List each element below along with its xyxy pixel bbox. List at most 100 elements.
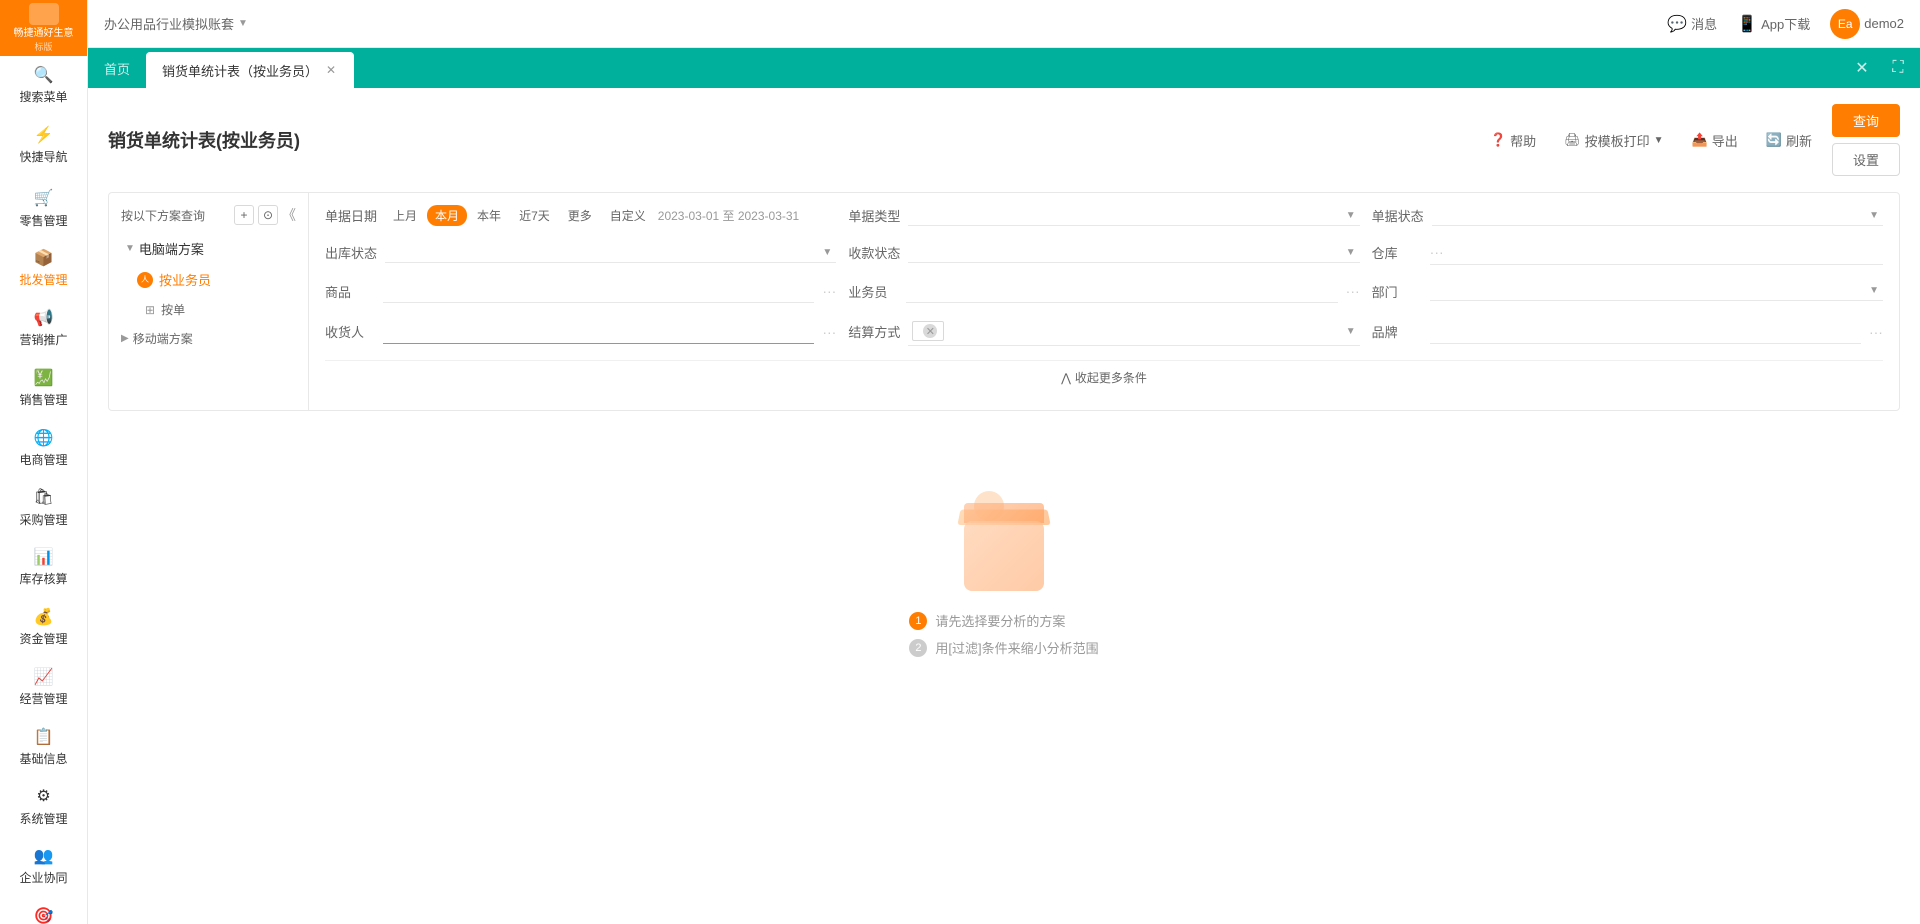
filter-row-4: 收货人 ··· 结算方式 ✕ ▼ bbox=[325, 317, 1883, 346]
collapse-btn[interactable]: ⋀ 收起更多条件 bbox=[1049, 365, 1159, 390]
scheme-edit-btn[interactable]: ⊙ bbox=[258, 205, 278, 225]
date-range: 2023-03-01 至 2023-03-31 bbox=[658, 207, 799, 224]
refresh-label: 刷新 bbox=[1786, 131, 1812, 150]
scheme-header-title: 按以下方案查询 bbox=[121, 207, 205, 224]
date-tab-this-year[interactable]: 本年 bbox=[469, 205, 509, 226]
sidebar-item-basic[interactable]: 📋 基础信息 bbox=[0, 718, 88, 778]
sidebar-item-purchase[interactable]: 🛍 采购管理 bbox=[0, 479, 88, 539]
tab-close-all-btn[interactable]: ✕ bbox=[1848, 54, 1876, 82]
collapse-row: ⋀ 收起更多条件 bbox=[325, 360, 1883, 398]
consignee-dots[interactable]: ··· bbox=[822, 324, 836, 340]
sidebar-item-inventory[interactable]: 📊 库存核算 bbox=[0, 538, 88, 598]
scheme-group-mobile[interactable]: ▶ 移动端方案 bbox=[109, 324, 308, 353]
hint-num-2: 2 bbox=[909, 639, 927, 657]
sidebar-item-finance[interactable]: 💰 资金管理 bbox=[0, 598, 88, 658]
date-tab-custom[interactable]: 自定义 bbox=[602, 205, 654, 226]
sidebar-item-wholesale[interactable]: 📦 批发管理 bbox=[0, 239, 88, 299]
date-tab-this-month[interactable]: 本月 bbox=[427, 205, 467, 226]
tab-expand-btn[interactable]: ⛶ bbox=[1884, 54, 1912, 82]
header-right: 💬 消息 📱 App下载 Ea demo2 bbox=[1667, 9, 1904, 39]
sidebar-item-search[interactable]: 🔍 搜索菜单 bbox=[0, 56, 88, 116]
export-label: 导出 bbox=[1712, 131, 1738, 150]
salesperson-input[interactable] bbox=[906, 279, 1337, 303]
sidebar-item-system-label: 系统管理 bbox=[19, 811, 67, 828]
query-button[interactable]: 查询 bbox=[1832, 104, 1900, 137]
app-logo[interactable]: 畅捷通好生意 标版 bbox=[0, 0, 88, 56]
consignee-label: 收货人 bbox=[325, 322, 375, 341]
sidebar-item-retail[interactable]: 🛒 零售管理 bbox=[0, 180, 88, 240]
receiptstatus-arrow-icon: ▼ bbox=[1346, 247, 1356, 258]
user-menu[interactable]: Ea demo2 bbox=[1830, 9, 1904, 39]
sidebar-item-marketing-label: 营销推广 bbox=[19, 332, 67, 349]
export-btn[interactable]: 📤 导出 bbox=[1684, 127, 1746, 154]
app-download-label: App下载 bbox=[1761, 14, 1810, 33]
tab-home-label: 首页 bbox=[104, 59, 130, 78]
help-btn[interactable]: ❓ 帮助 bbox=[1482, 127, 1544, 154]
help-icon: ❓ bbox=[1490, 132, 1506, 148]
sidebar-item-operations[interactable]: 📈 经营管理 bbox=[0, 658, 88, 718]
brand-dots[interactable]: ··· bbox=[1869, 324, 1883, 340]
header-account-dropdown[interactable]: 办公用品行业模拟账套 ▼ bbox=[104, 14, 248, 33]
refresh-btn[interactable]: 🔄 刷新 bbox=[1758, 127, 1820, 154]
consignee-input[interactable] bbox=[383, 320, 814, 344]
sidebar-item-quicknav-label: 快捷导航 bbox=[19, 149, 67, 166]
basic-icon: 📋 bbox=[34, 728, 54, 748]
date-tab-7days[interactable]: 近7天 bbox=[511, 205, 558, 226]
date-tabs: 上月 本月 本年 近7天 更多 自定义 bbox=[385, 205, 654, 226]
goods-input[interactable] bbox=[383, 279, 814, 303]
sidebar-item-system[interactable]: ⚙ 系统管理 bbox=[0, 778, 88, 838]
filter-outstatus-field: 出库状态 ▼ bbox=[325, 243, 836, 263]
scheme-add-btn[interactable]: + bbox=[234, 205, 254, 225]
doctype-select[interactable]: ▼ bbox=[908, 206, 1359, 226]
export-icon: 📤 bbox=[1692, 132, 1708, 148]
filter-row-3: 商品 ··· 业务员 ··· 部门 bbox=[325, 279, 1883, 303]
scheme-actions: + ⊙ 《 bbox=[234, 205, 296, 225]
message-icon: 💬 bbox=[1667, 14, 1687, 34]
date-tab-last-month[interactable]: 上月 bbox=[385, 205, 425, 226]
outstatus-select[interactable]: ▼ bbox=[385, 243, 836, 263]
app-download-btn[interactable]: 📱 App下载 bbox=[1737, 14, 1810, 34]
salesperson-dots[interactable]: ··· bbox=[1346, 283, 1360, 299]
tab-home[interactable]: 首页 bbox=[88, 48, 146, 88]
salesperson-scheme-label: 按业务员 bbox=[159, 270, 211, 289]
scheme-group-pc: ▼ 电脑端方案 人 按业务员 ⊞ 按单 bbox=[109, 233, 308, 324]
scheme-edit-icon: ⊙ bbox=[263, 208, 273, 222]
department-arrow-icon: ▼ bbox=[1869, 285, 1879, 296]
scheme-collapse-btn[interactable]: 《 bbox=[282, 205, 296, 225]
scheme-item-by-salesperson[interactable]: 人 按业务员 bbox=[117, 264, 308, 295]
settlement-tag-remove[interactable]: ✕ bbox=[923, 324, 937, 338]
sidebar-item-quicknav[interactable]: ⚡ 快捷导航 bbox=[0, 116, 88, 176]
messages-btn[interactable]: 💬 消息 bbox=[1667, 14, 1717, 34]
sidebar-item-sales[interactable]: 💹 销售管理 bbox=[0, 359, 88, 419]
logo-icon bbox=[29, 3, 59, 25]
tab-close-icon[interactable]: ✕ bbox=[324, 61, 338, 79]
settlement-select[interactable]: ✕ ▼ bbox=[908, 317, 1359, 346]
settings-button[interactable]: 设置 bbox=[1832, 143, 1900, 176]
account-name: 办公用品行业模拟账套 bbox=[104, 14, 234, 33]
top-header: 办公用品行业模拟账套 ▼ 💬 消息 📱 App下载 Ea demo2 bbox=[88, 0, 1920, 48]
sidebar-item-newbie[interactable]: 🎯 新手引导 bbox=[0, 897, 88, 924]
tab-sales-stats[interactable]: 销货单统计表（按业务员） ✕ bbox=[146, 52, 354, 88]
brand-input[interactable] bbox=[1430, 320, 1861, 344]
scheme-panel: 按以下方案查询 + ⊙ 《 bbox=[109, 193, 309, 410]
department-select[interactable]: ▼ bbox=[1430, 281, 1883, 301]
sidebar-item-sales-label: 销售管理 bbox=[19, 392, 67, 409]
page-content: 销货单统计表(按业务员) ❓ 帮助 🖨 按模板打印 ▼ 📤 导出 bbox=[88, 88, 1920, 924]
order-scheme-label: 按单 bbox=[161, 301, 185, 318]
scheme-item-by-order[interactable]: ⊞ 按单 bbox=[117, 295, 308, 324]
tab-sales-stats-label: 销货单统计表（按业务员） bbox=[162, 61, 318, 80]
docstatus-select[interactable]: ▼ bbox=[1432, 206, 1883, 226]
template-print-btn[interactable]: 🖨 按模板打印 ▼ bbox=[1556, 127, 1671, 154]
hint-num-1: 1 bbox=[909, 612, 927, 630]
settlement-label: 结算方式 bbox=[848, 322, 900, 341]
sidebar-item-enterprise[interactable]: 👥 企业协同 bbox=[0, 837, 88, 897]
scheme-group-pc-header[interactable]: ▼ 电脑端方案 bbox=[117, 233, 308, 264]
date-tab-more[interactable]: 更多 bbox=[560, 205, 600, 226]
sidebar-item-ecommerce[interactable]: 🌐 电商管理 bbox=[0, 419, 88, 479]
collapse-arrow-icon: ⋀ bbox=[1061, 371, 1071, 385]
sidebar-item-marketing[interactable]: 📢 营销推广 bbox=[0, 299, 88, 359]
tab-bar: 首页 销货单统计表（按业务员） ✕ ✕ ⛶ bbox=[88, 48, 1920, 88]
receiptstatus-select[interactable]: ▼ bbox=[908, 243, 1359, 263]
goods-dots[interactable]: ··· bbox=[822, 283, 836, 299]
warehouse-dots[interactable]: ··· bbox=[1430, 244, 1444, 260]
